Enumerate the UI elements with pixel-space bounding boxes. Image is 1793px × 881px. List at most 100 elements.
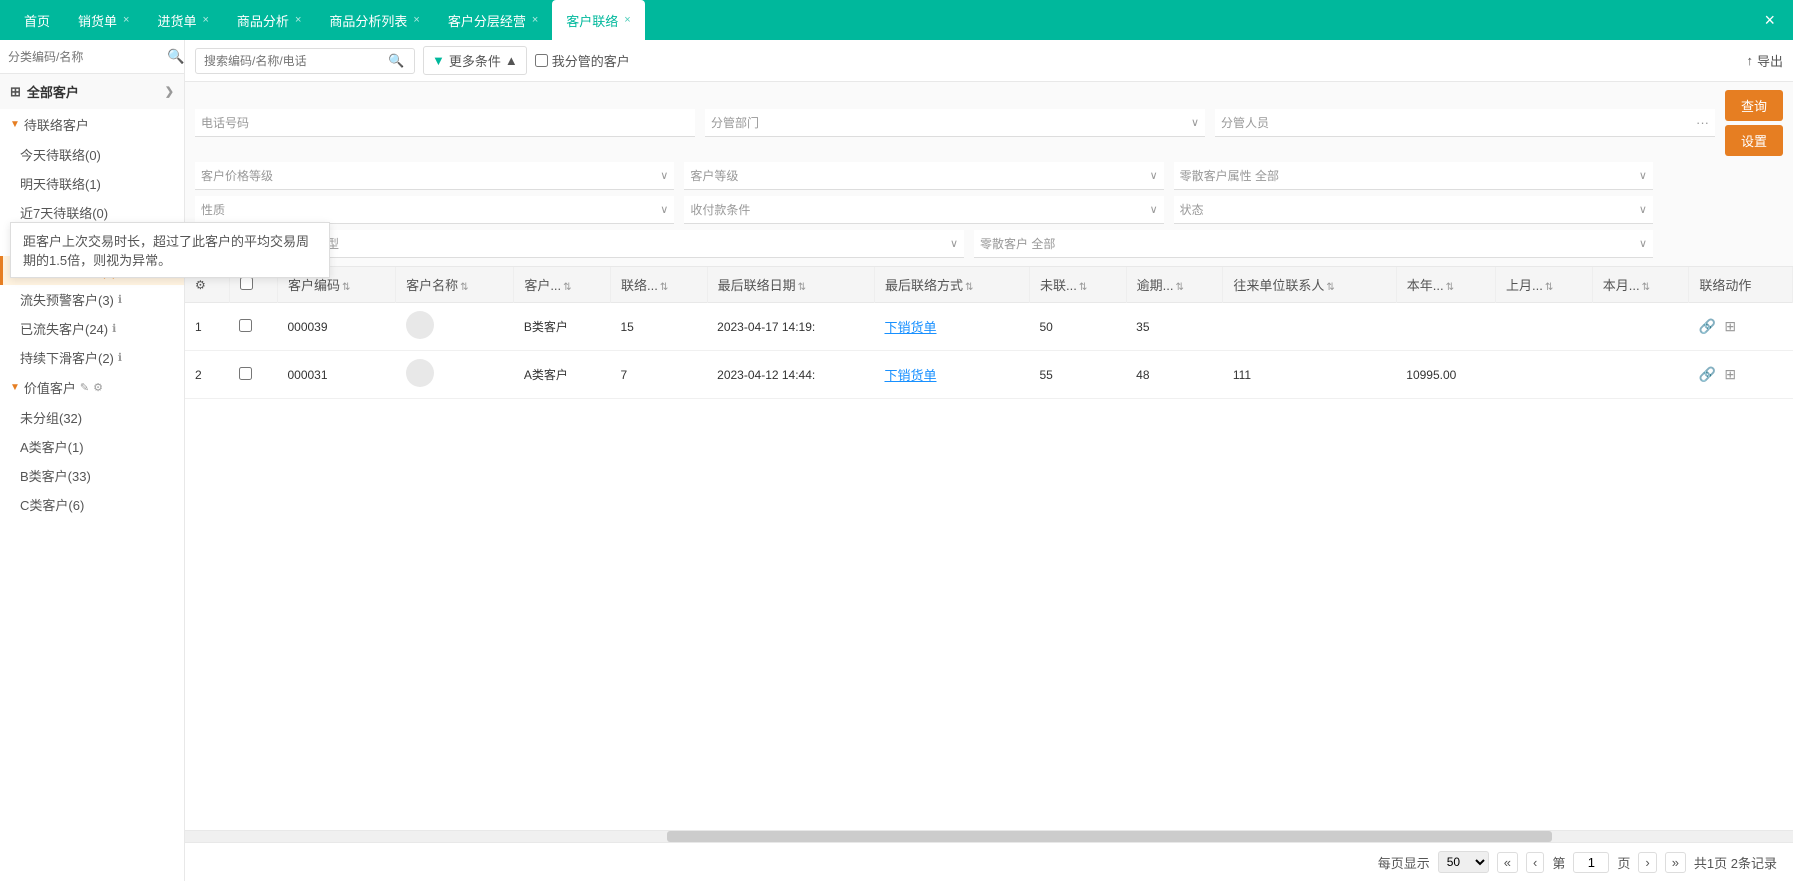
sidebar-item-a-class[interactable]: A类客户(1) bbox=[0, 432, 184, 461]
filter-row-2: 客户价格等级 ∨ 客户等级 ∨ 零散客户属性 全部 ∨ bbox=[195, 162, 1783, 190]
horizontal-scrollbar[interactable] bbox=[185, 830, 1793, 842]
sidebar-item-c-class[interactable]: C类客户(6) bbox=[0, 490, 184, 519]
row1-link-icon[interactable]: 🔗 bbox=[1699, 318, 1716, 335]
close-customer-tier-icon[interactable]: × bbox=[532, 14, 538, 26]
nav-customer-contact[interactable]: 客户联络 × bbox=[552, 0, 644, 40]
select-all-checkbox[interactable] bbox=[240, 277, 253, 290]
col-overdue[interactable]: 逾期...⇅ bbox=[1126, 267, 1223, 303]
col-this-year[interactable]: 本年...⇅ bbox=[1396, 267, 1495, 303]
my-customer-checkbox[interactable] bbox=[535, 54, 548, 67]
col-type[interactable]: 客户...⇅ bbox=[514, 267, 611, 303]
value-customer-group[interactable]: ▼ 价值客户 ✎ ⚙ bbox=[0, 372, 184, 403]
row1-contact: 15 bbox=[610, 303, 707, 351]
filter-department[interactable]: 分管部门 ∨ bbox=[705, 109, 1205, 137]
close-product-analysis-list-icon[interactable]: × bbox=[413, 14, 419, 26]
nav-sales-order[interactable]: 销货单 × bbox=[64, 0, 143, 40]
sidebar-item-today[interactable]: 今天待联络(0) bbox=[0, 140, 184, 169]
dropdown-icon-ctype: ∨ bbox=[950, 237, 958, 250]
sort-icon-method: ⇅ bbox=[965, 282, 973, 293]
sidebar-item-ungrouped[interactable]: 未分组(32) bbox=[0, 403, 184, 432]
pending-contact-group[interactable]: ▼ 待联络客户 bbox=[0, 109, 184, 140]
row1-last-method[interactable]: 下销货单 bbox=[874, 303, 1029, 351]
nav-purchase-order[interactable]: 进货单 × bbox=[143, 0, 222, 40]
filter-status[interactable]: 状态 ∨ bbox=[1174, 196, 1653, 224]
col-last-date[interactable]: 最后联络日期⇅ bbox=[707, 267, 874, 303]
prev-page-button[interactable]: ‹ bbox=[1526, 852, 1544, 873]
row2-select-checkbox[interactable] bbox=[239, 367, 252, 380]
top-nav: 首页 销货单 × 进货单 × 商品分析 × 商品分析列表 × 客户分层经营 × … bbox=[0, 0, 1793, 40]
sort-icon-contact: ⇅ bbox=[660, 282, 668, 293]
sidebar-item-b-class[interactable]: B类客户(33) bbox=[0, 461, 184, 490]
last-page-button[interactable]: » bbox=[1665, 852, 1686, 873]
col-last-method[interactable]: 最后联络方式⇅ bbox=[874, 267, 1029, 303]
col-no-contact[interactable]: 未联...⇅ bbox=[1030, 267, 1127, 303]
action-buttons: 查询 设置 bbox=[1725, 90, 1783, 156]
more-conditions-button[interactable]: ▼ 更多条件 ▲ bbox=[423, 46, 527, 75]
first-page-button[interactable]: « bbox=[1497, 852, 1518, 873]
sort-icon-no-contact: ⇅ bbox=[1079, 282, 1087, 293]
settings-button[interactable]: 设置 bbox=[1725, 125, 1783, 156]
window-close-button[interactable]: × bbox=[1756, 10, 1783, 31]
col-contact-count[interactable]: 联络...⇅ bbox=[610, 267, 707, 303]
sidebar-item-tomorrow[interactable]: 明天待联络(1) bbox=[0, 169, 184, 198]
col-last-month[interactable]: 上月...⇅ bbox=[1496, 267, 1593, 303]
my-customer-filter[interactable]: 我分管的客户 bbox=[535, 51, 630, 70]
query-button[interactable]: 查询 bbox=[1725, 90, 1783, 121]
filter-manager[interactable]: 分管人员 ··· bbox=[1215, 109, 1715, 137]
filter-search-input[interactable] bbox=[204, 54, 384, 68]
row1-checkbox[interactable] bbox=[229, 303, 277, 351]
row2-contact: 7 bbox=[610, 351, 707, 399]
next-page-button[interactable]: › bbox=[1638, 852, 1656, 873]
arrow-down-icon: ▼ bbox=[10, 119, 20, 130]
close-product-analysis-icon[interactable]: × bbox=[295, 14, 301, 26]
nav-customer-tier[interactable]: 客户分层经营 × bbox=[434, 0, 552, 40]
nav-product-analysis-list[interactable]: 商品分析列表 × bbox=[315, 0, 433, 40]
filter-nature[interactable]: 性质 ∨ bbox=[195, 196, 674, 224]
close-sales-order-icon[interactable]: × bbox=[123, 14, 129, 26]
row2-last-method[interactable]: 下销货单 bbox=[874, 351, 1029, 399]
sidebar-item-churned[interactable]: 已流失客户(24) ℹ bbox=[0, 314, 184, 343]
row2-checkbox[interactable] bbox=[229, 351, 277, 399]
export-button[interactable]: ↑ 导出 bbox=[1746, 51, 1783, 70]
sort-icon-this-month: ⇅ bbox=[1642, 282, 1650, 293]
col-this-month[interactable]: 本月...⇅ bbox=[1592, 267, 1689, 303]
filter-retail-attr[interactable]: 零散客户属性 全部 ∨ bbox=[1174, 162, 1653, 190]
all-customers-header[interactable]: ⊞ 全部客户 ❯ bbox=[0, 74, 184, 109]
sidebar-item-churn-warning[interactable]: 流失预警客户(3) ℹ bbox=[0, 285, 184, 314]
row2-name bbox=[396, 351, 514, 399]
sidebar-search-input[interactable] bbox=[8, 50, 163, 64]
edit-icon[interactable]: ✎ bbox=[80, 381, 89, 394]
row2-method-link[interactable]: 下销货单 bbox=[884, 368, 936, 383]
nav-home[interactable]: 首页 bbox=[10, 0, 64, 40]
page-number-input[interactable] bbox=[1573, 852, 1609, 873]
filter-retail-customer[interactable]: 零散客户 全部 ∨ bbox=[974, 230, 1653, 258]
filter-customer-type[interactable]: 客户类型 ∨ bbox=[285, 230, 964, 258]
row2-this-year: 10995.00 bbox=[1396, 351, 1495, 399]
filter-customer-level[interactable]: 客户等级 ∨ bbox=[684, 162, 1163, 190]
col-contact-person[interactable]: 往来单位联系人⇅ bbox=[1223, 267, 1396, 303]
grid-icon: ⊞ bbox=[10, 84, 21, 100]
close-customer-contact-icon[interactable]: × bbox=[624, 14, 630, 26]
filter-bar: 🔍 ▼ 更多条件 ▲ 我分管的客户 ↑ 导出 bbox=[185, 40, 1793, 82]
row1-grid-icon[interactable]: ⊞ bbox=[1724, 318, 1736, 335]
nav-product-analysis[interactable]: 商品分析 × bbox=[223, 0, 315, 40]
col-name[interactable]: 客户名称⇅ bbox=[396, 267, 514, 303]
filter-search-icon[interactable]: 🔍 bbox=[388, 53, 404, 69]
filter-payment[interactable]: 收付款条件 ∨ bbox=[684, 196, 1163, 224]
settings-icon-value[interactable]: ⚙ bbox=[93, 381, 103, 394]
sidebar-search-icon[interactable]: 🔍 bbox=[167, 48, 184, 65]
close-purchase-order-icon[interactable]: × bbox=[202, 14, 208, 26]
row2-link-icon[interactable]: 🔗 bbox=[1699, 366, 1716, 383]
row2-contact-person: 111 bbox=[1223, 351, 1396, 399]
row1-select-checkbox[interactable] bbox=[239, 319, 252, 332]
per-page-select[interactable]: 50 100 200 bbox=[1438, 851, 1489, 873]
row1-method-link[interactable]: 下销货单 bbox=[884, 320, 936, 335]
row2-grid-icon[interactable]: ⊞ bbox=[1724, 366, 1736, 383]
info-icon-churned: ℹ bbox=[112, 322, 116, 335]
filter-price-level[interactable]: 客户价格等级 ∨ bbox=[195, 162, 674, 190]
sidebar-item-declining[interactable]: 持续下滑客户(2) ℹ bbox=[0, 343, 184, 372]
filter-phone[interactable]: 电话号码 bbox=[195, 109, 695, 137]
dropdown-icon-price: ∨ bbox=[660, 169, 668, 182]
row2-overdue: 48 bbox=[1126, 351, 1223, 399]
horizontal-scroll-thumb[interactable] bbox=[667, 831, 1551, 842]
